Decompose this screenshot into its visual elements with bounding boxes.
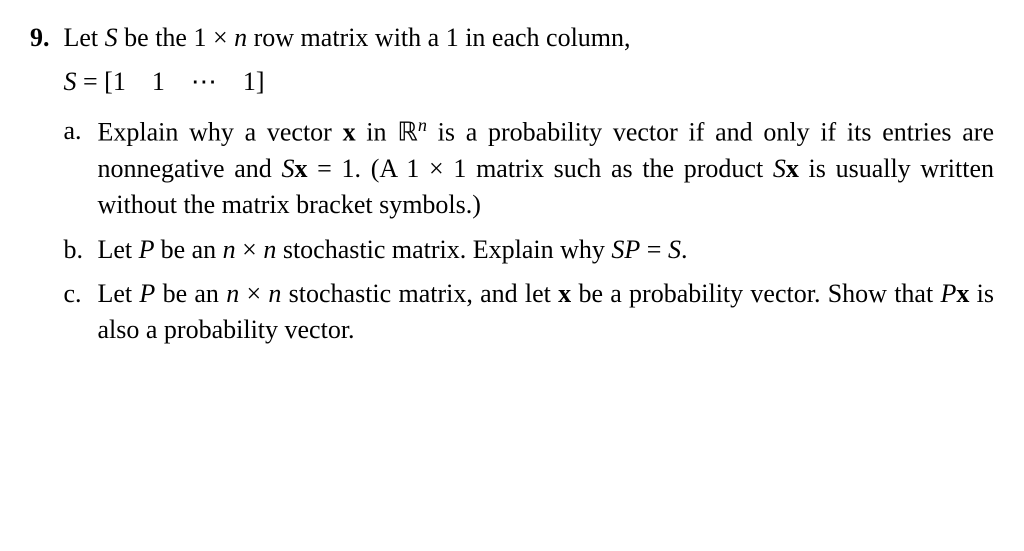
c-x2: x: [956, 279, 969, 308]
intro-n: n: [234, 23, 247, 52]
part-a-text: Explain why a vector x in ℝn is a probab…: [98, 113, 995, 224]
b-n1: n: [223, 235, 236, 264]
c-t4: be a probability vector. Show that: [571, 279, 940, 308]
part-b: b. Let P be an n × n stochastic matrix. …: [64, 232, 995, 268]
c-t2: be an: [155, 279, 226, 308]
intro-text-1: Let: [64, 23, 105, 52]
a-S2: S: [773, 154, 786, 183]
b-dot: .: [681, 235, 688, 264]
c-P1: P: [139, 279, 155, 308]
a-t2: in: [356, 117, 398, 146]
b-t1: Let: [98, 235, 139, 264]
problem-number: 9.: [30, 20, 50, 357]
a-S1: S: [281, 154, 294, 183]
matrix-definition: S = [1 1 ⋯ 1]: [64, 64, 995, 100]
part-a-letter: a.: [64, 113, 86, 224]
c-x1: x: [558, 279, 571, 308]
b-eq: =: [640, 235, 668, 264]
part-b-letter: b.: [64, 232, 86, 268]
part-b-text: Let P be an n × n stochastic matrix. Exp…: [98, 232, 995, 268]
c-n1: n: [226, 279, 239, 308]
b-t3: stochastic matrix. Explain why: [276, 235, 611, 264]
part-a: a. Explain why a vector x in ℝn is a pro…: [64, 113, 995, 224]
b-times: ×: [236, 235, 264, 264]
matrix-equals: =: [77, 67, 105, 96]
matrix-close-bracket: ]: [256, 67, 265, 96]
a-x1: x: [343, 117, 356, 146]
part-c-text: Let P be an n × n stochastic matrix, and…: [98, 276, 995, 349]
intro-text-2: be the 1 ×: [118, 23, 234, 52]
a-t1: Explain why a vector: [98, 117, 343, 146]
part-c-letter: c.: [64, 276, 86, 349]
a-rn: ℝ: [397, 117, 418, 146]
intro-S: S: [105, 23, 118, 52]
a-x3: x: [786, 154, 799, 183]
b-n2: n: [263, 235, 276, 264]
matrix-values: 1 1 ⋯ 1: [113, 67, 256, 96]
b-P1: P: [139, 235, 161, 264]
b-S: S: [668, 235, 681, 264]
a-sup-n: n: [418, 115, 427, 135]
c-n2: n: [268, 279, 281, 308]
c-times: ×: [239, 279, 268, 308]
c-t1: Let: [98, 279, 140, 308]
problem-9: 9. Let S be the 1 × n row matrix with a …: [30, 20, 994, 357]
part-c: c. Let P be an n × n stochastic matrix, …: [64, 276, 995, 349]
b-t2: be an: [161, 235, 223, 264]
intro-text-3: row matrix with a 1 in each column,: [247, 23, 630, 52]
problem-body: Let S be the 1 × n row matrix with a 1 i…: [64, 20, 995, 357]
matrix-S: S: [64, 67, 77, 96]
problem-intro: Let S be the 1 × n row matrix with a 1 i…: [64, 20, 995, 56]
matrix-open-bracket: [: [104, 67, 113, 96]
a-eq1: = 1. (A 1 × 1 matrix such as the product: [307, 154, 772, 183]
b-SP: SP: [611, 235, 640, 264]
c-t3: stochastic matrix, and let: [281, 279, 558, 308]
c-P2: P: [940, 279, 956, 308]
a-x2: x: [294, 154, 307, 183]
